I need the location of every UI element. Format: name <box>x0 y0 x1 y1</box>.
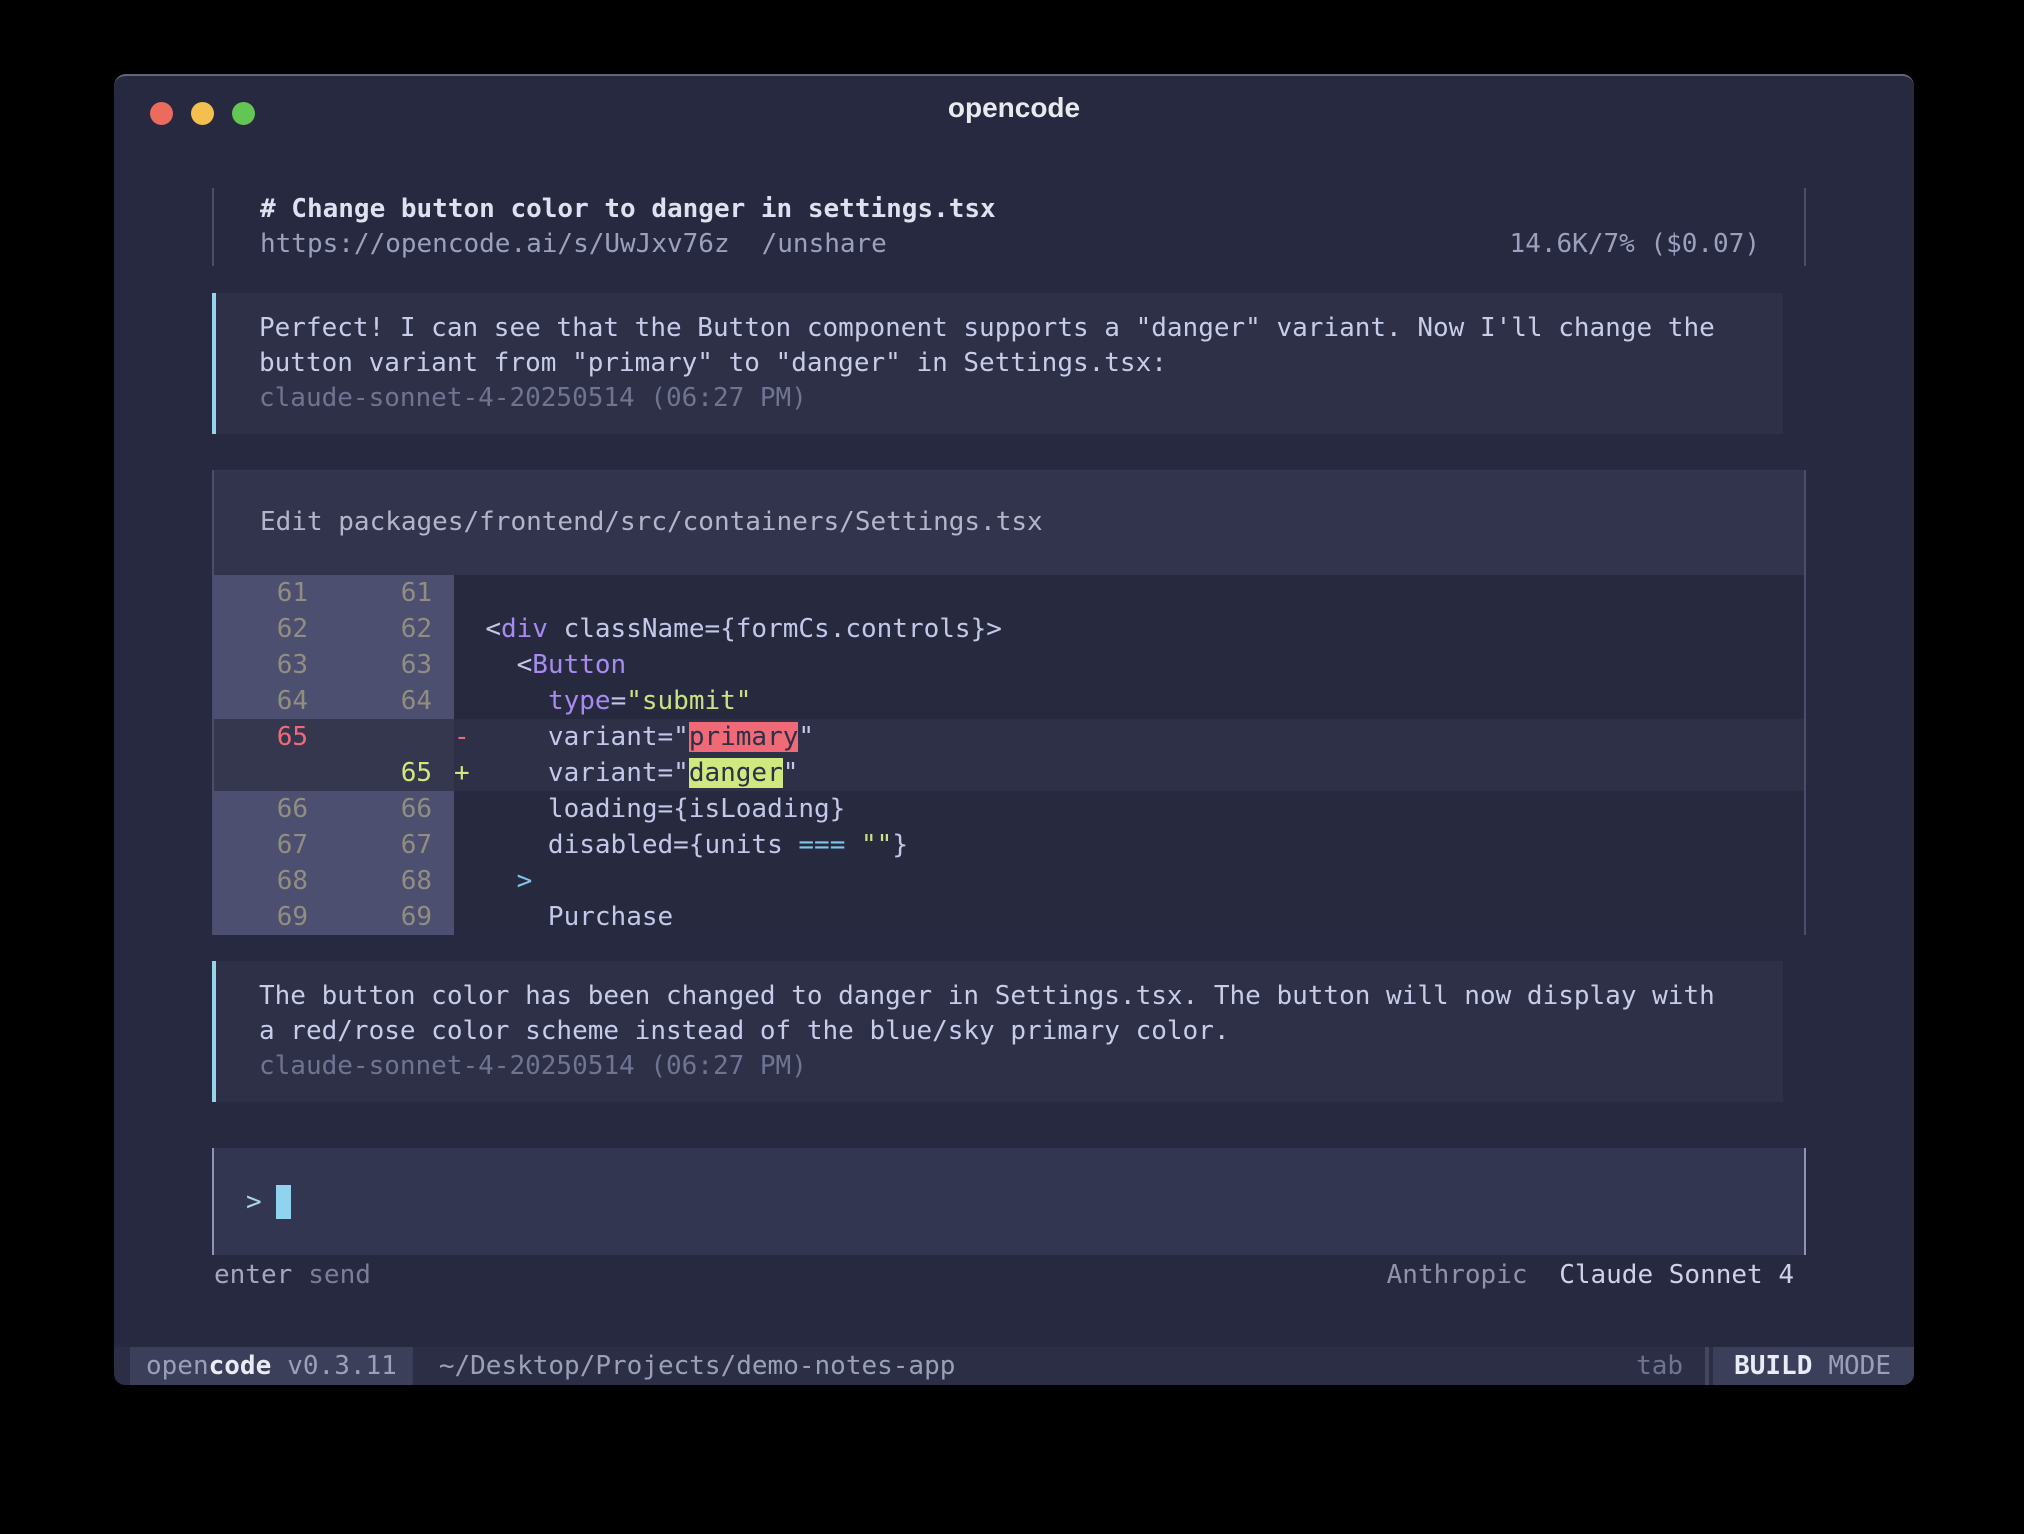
diff-code-line: <Button <box>454 647 1804 683</box>
assistant-message: Perfect! I can see that the Button compo… <box>212 293 1783 434</box>
diff-code-line: type="submit" <box>454 683 1804 719</box>
diff-row: 6666 loading={isLoading} <box>214 791 1804 827</box>
diff-row: 6868 > <box>214 863 1804 899</box>
message-text-line: The button color has been changed to dan… <box>259 979 1783 1014</box>
status-bar: opencode v0.3.11 ~/Desktop/Projects/demo… <box>114 1347 1914 1385</box>
model-name: Claude Sonnet 4 <box>1559 1260 1794 1290</box>
message-text-line: button variant from "primary" to "danger… <box>259 346 1783 381</box>
app-name-open: open <box>146 1351 209 1381</box>
diff-gutter: 65 <box>214 755 454 791</box>
model-provider: Anthropic <box>1387 1260 1528 1290</box>
diff-gutter: 6868 <box>214 863 454 899</box>
diff-code-line: <div className={formCs.controls}> <box>454 611 1804 647</box>
working-directory: ~/Desktop/Projects/demo-notes-app <box>439 1351 956 1381</box>
diff-row: 6767 disabled={units === ""} <box>214 827 1804 863</box>
edit-tool-block: Edit packages/frontend/src/containers/Se… <box>212 470 1806 935</box>
diff-row: 65+ variant="danger" <box>214 755 1804 791</box>
mode-chip[interactable]: BUILD MODE <box>1713 1347 1914 1385</box>
context-usage-stats: 14.6K/7% ($0.07) <box>1510 227 1804 262</box>
diff-row: 65- variant="primary" <box>214 719 1804 755</box>
diff-code-line: - variant="primary" <box>454 719 1804 755</box>
diff-code-line: > <box>454 863 1804 899</box>
title-bar: opencode <box>114 76 1914 138</box>
edit-file-title: Edit packages/frontend/src/containers/Se… <box>214 470 1804 575</box>
status-divider <box>1705 1347 1709 1385</box>
diff-code-line <box>454 575 1804 611</box>
app-version: v0.3.11 <box>287 1351 397 1381</box>
diff-gutter: 6666 <box>214 791 454 827</box>
send-action-hint: send <box>308 1257 371 1293</box>
diff-gutter: 6262 <box>214 611 454 647</box>
diff-row: 6464 type="submit" <box>214 683 1804 719</box>
message-text-line: a red/rose color scheme instead of the b… <box>259 1014 1783 1049</box>
diff-gutter: 6767 <box>214 827 454 863</box>
input-hint-row: enter send Anthropic Claude Sonnet 4 <box>212 1257 1806 1293</box>
share-url-link[interactable]: https://opencode.ai/s/UwJxv76z <box>214 227 730 262</box>
tab-key-hint[interactable]: tab <box>1636 1351 1683 1381</box>
mode-build-label: BUILD <box>1734 1351 1812 1381</box>
diff-row: 6363 <Button <box>214 647 1804 683</box>
session-header: # Change button color to danger in setti… <box>212 188 1806 266</box>
prompt-input[interactable]: > <box>212 1148 1806 1255</box>
diff-code-line: + variant="danger" <box>454 755 1804 791</box>
app-name-code: code <box>209 1351 272 1381</box>
diff-row: 6262 <div className={formCs.controls}> <box>214 611 1804 647</box>
unshare-command[interactable]: /unshare <box>762 227 887 262</box>
diff-code-line: disabled={units === ""} <box>454 827 1804 863</box>
message-model-meta: claude-sonnet-4-20250514 (06:27 PM) <box>259 381 1783 416</box>
text-cursor <box>276 1185 291 1219</box>
diff-rows: 6161 6262 <div className={formCs.control… <box>214 575 1804 935</box>
model-indicator: Anthropic Claude Sonnet 4 <box>1387 1257 1794 1293</box>
diff-gutter: 6969 <box>214 899 454 935</box>
diff-gutter: 6161 <box>214 575 454 611</box>
assistant-message: The button color has been changed to dan… <box>212 961 1783 1102</box>
message-text-line: Perfect! I can see that the Button compo… <box>259 311 1783 346</box>
session-title: # Change button color to danger in setti… <box>214 192 1804 227</box>
prompt-caret: > <box>246 1187 262 1217</box>
app-version-chip: opencode v0.3.11 <box>130 1347 413 1385</box>
enter-key-hint: enter <box>214 1257 292 1293</box>
diff-row: 6969 Purchase <box>214 899 1804 935</box>
diff-gutter: 6464 <box>214 683 454 719</box>
message-model-meta: claude-sonnet-4-20250514 (06:27 PM) <box>259 1049 1783 1084</box>
diff-gutter: 65 <box>214 719 454 755</box>
session-subheader: https://opencode.ai/s/UwJxv76z /unshare … <box>214 227 1804 262</box>
diff-row: 6161 <box>214 575 1804 611</box>
diff-code-line: loading={isLoading} <box>454 791 1804 827</box>
window-title: opencode <box>114 92 1914 124</box>
mode-mode-label: MODE <box>1828 1351 1891 1381</box>
diff-gutter: 6363 <box>214 647 454 683</box>
diff-code-line: Purchase <box>454 899 1804 935</box>
app-window: opencode # Change button color to danger… <box>114 74 1914 1385</box>
